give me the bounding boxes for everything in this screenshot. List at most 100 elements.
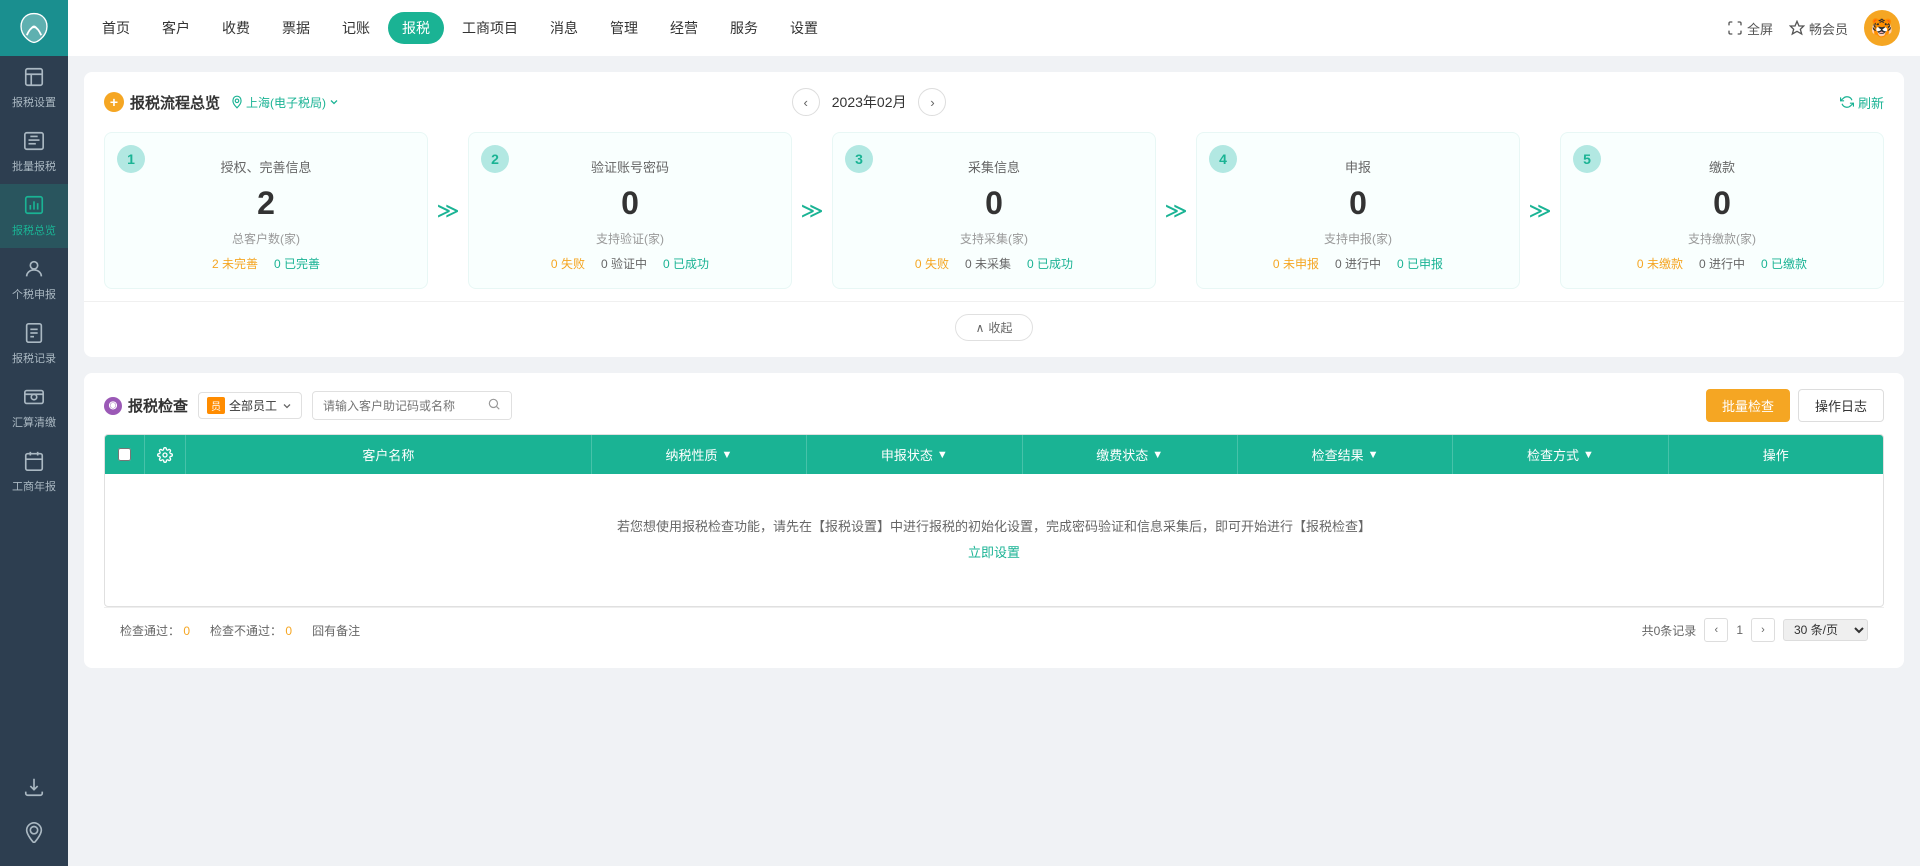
check-header: ◉ 报税检查 员 全部员工 <box>104 389 1884 422</box>
fullscreen-btn[interactable]: 全屏 <box>1727 19 1773 38</box>
sidebar-download[interactable] <box>0 766 68 811</box>
step-stats-5: 0 未缴款 0 进行中 0 已缴款 <box>1637 255 1807 272</box>
step-title-4: 申报 <box>1345 157 1371 176</box>
sidebar-item-settlement[interactable]: 汇算清缴 <box>0 376 68 440</box>
batch-check-btn[interactable]: 批量检查 <box>1706 389 1790 422</box>
stat-4-2[interactable]: 0 已申报 <box>1397 255 1443 272</box>
tax-settings-icon <box>23 66 45 91</box>
stat-5-1: 0 进行中 <box>1699 255 1745 272</box>
collapse-btn[interactable]: ∧ 收起 <box>955 314 1034 341</box>
immediate-settings-link[interactable]: 立即设置 <box>968 545 1020 560</box>
page-num: 1 <box>1736 623 1743 637</box>
nav-accounting[interactable]: 记账 <box>328 12 384 44</box>
location-tag[interactable]: 上海(电子税局) <box>230 94 340 111</box>
nav-tax[interactable]: 报税 <box>388 12 444 44</box>
sidebar-location[interactable] <box>0 811 68 856</box>
date-prev-btn[interactable]: ‹ <box>792 88 820 116</box>
operation-log-btn[interactable]: 操作日志 <box>1798 389 1884 422</box>
step-num-5: 5 <box>1573 145 1601 173</box>
pass-value[interactable]: 0 <box>183 624 190 638</box>
user-avatar[interactable]: 🐯 <box>1864 10 1900 46</box>
step-card-2: 2 验证账号密码 0 支持验证(家) 0 失败 0 验证中 <box>468 132 792 289</box>
stat-2-2[interactable]: 0 已成功 <box>663 255 709 272</box>
nav-message[interactable]: 消息 <box>536 12 592 44</box>
step-stats-3: 0 失败 0 未采集 0 已成功 <box>915 255 1073 272</box>
search-input[interactable] <box>313 394 477 418</box>
main-wrap: 首页 客户 收费 票据 记账 报税 工商项目 消息 管理 经营 服务 设置 全屏… <box>68 0 1920 866</box>
th-check-result: 检查结果 ▼ <box>1238 435 1453 474</box>
logo <box>0 0 68 56</box>
staff-selector[interactable]: 员 全部员工 <box>198 392 302 419</box>
nav-right: 全屏 畅会员 🐯 <box>1727 10 1900 46</box>
nav-business[interactable]: 工商项目 <box>448 12 532 44</box>
refresh-btn[interactable]: 刷新 <box>1840 93 1884 112</box>
stat-4-0[interactable]: 0 未申报 <box>1273 255 1319 272</box>
th-name: 客户名称 <box>186 435 592 474</box>
search-button[interactable] <box>477 392 511 419</box>
step-card-5: 5 缴款 0 支持缴款(家) 0 未缴款 0 进行中 <box>1560 132 1884 289</box>
step-subtitle-3: 支持采集(家) <box>960 230 1028 247</box>
date-next-btn[interactable]: › <box>918 88 946 116</box>
sidebar-item-batch-tax[interactable]: 批量报税 <box>0 120 68 184</box>
vip-btn[interactable]: 畅会员 <box>1789 19 1848 38</box>
nav-customer[interactable]: 客户 <box>148 12 204 44</box>
sidebar-item-tax-settings[interactable]: 报税设置 <box>0 56 68 120</box>
sidebar-label: 批量报税 <box>12 158 56 174</box>
fail-stat: 检查不通过： 0 <box>210 622 292 639</box>
nav-billing[interactable]: 收费 <box>208 12 264 44</box>
step-num-1: 1 <box>117 145 145 173</box>
page-prev-btn[interactable]: ‹ <box>1704 618 1728 642</box>
filter-icon-report-status[interactable]: ▼ <box>937 449 948 461</box>
select-all-checkbox[interactable] <box>118 448 131 461</box>
sidebar-item-tax-record[interactable]: 报税记录 <box>0 312 68 376</box>
annual-report-icon <box>23 450 45 475</box>
tax-check-section: ◉ 报税检查 员 全部员工 <box>84 373 1904 668</box>
th-action: 操作 <box>1669 435 1883 474</box>
divider <box>84 301 1904 302</box>
step-count-1: 2 <box>257 184 275 222</box>
steps-row: 1 授权、完善信息 2 总客户数(家) 2 未完善 0 已完善 <box>104 132 1884 289</box>
stat-3-0[interactable]: 0 失败 <box>915 255 949 272</box>
check-circle-icon: ◉ <box>104 397 122 415</box>
table-empty: 若您想使用报税检查功能，请先在【报税设置】中进行报税的初始化设置，完成密码验证和… <box>105 474 1883 606</box>
filter-icon-tax-nature[interactable]: ▼ <box>722 449 733 461</box>
date-label: 2023年02月 <box>832 92 907 112</box>
sidebar-item-tax-overview[interactable]: 报税总览 <box>0 184 68 248</box>
filter-icon-check-result[interactable]: ▼ <box>1368 449 1379 461</box>
stat-1-1[interactable]: 0 已完善 <box>274 255 320 272</box>
check-actions: 批量检查 操作日志 <box>1706 389 1884 422</box>
page-size-select[interactable]: 30 条/页 50 条/页 100 条/页 <box>1783 619 1868 641</box>
search-box[interactable] <box>312 391 512 420</box>
page-next-btn[interactable]: › <box>1751 618 1775 642</box>
fail-value[interactable]: 0 <box>285 624 292 638</box>
nav-operations[interactable]: 经营 <box>656 12 712 44</box>
step-arrow-1: ≫ <box>428 132 468 289</box>
nav-service[interactable]: 服务 <box>716 12 772 44</box>
table-wrap: 客户名称 纳税性质 ▼ 申报状态 ▼ 缴费状态 ▼ 检查 <box>104 434 1884 607</box>
step-arrow-2: ≫ <box>792 132 832 289</box>
fail-label: 检查不通过： <box>210 624 282 638</box>
step-card-3: 3 采集信息 0 支持采集(家) 0 失败 0 未采集 <box>832 132 1156 289</box>
sidebar-item-annual-report[interactable]: 工商年报 <box>0 440 68 504</box>
stat-1-0[interactable]: 2 未完善 <box>212 255 258 272</box>
pass-stat: 检查通过： 0 <box>120 622 190 639</box>
th-report-status: 申报状态 ▼ <box>807 435 1022 474</box>
nav-management[interactable]: 管理 <box>596 12 652 44</box>
stat-2-0[interactable]: 0 失败 <box>551 255 585 272</box>
th-checkbox[interactable] <box>105 435 145 474</box>
filter-icon-pay-status[interactable]: ▼ <box>1152 449 1163 461</box>
nav-invoice[interactable]: 票据 <box>268 12 324 44</box>
stat-5-0[interactable]: 0 未缴款 <box>1637 255 1683 272</box>
step-subtitle-2: 支持验证(家) <box>596 230 664 247</box>
step-num-2: 2 <box>481 145 509 173</box>
sidebar-label: 工商年报 <box>12 478 56 494</box>
stat-5-2[interactable]: 0 已缴款 <box>1761 255 1807 272</box>
sidebar-item-personal-report[interactable]: 个税申报 <box>0 248 68 312</box>
nav-home[interactable]: 首页 <box>88 12 144 44</box>
top-nav: 首页 客户 收费 票据 记账 报税 工商项目 消息 管理 经营 服务 设置 全屏… <box>68 0 1920 56</box>
empty-message: 若您想使用报税检查功能，请先在【报税设置】中进行报税的初始化设置，完成密码验证和… <box>125 514 1863 540</box>
stat-3-2[interactable]: 0 已成功 <box>1027 255 1073 272</box>
filter-icon-check-method[interactable]: ▼ <box>1583 449 1594 461</box>
nav-settings[interactable]: 设置 <box>776 12 832 44</box>
th-gear[interactable] <box>145 435 186 474</box>
